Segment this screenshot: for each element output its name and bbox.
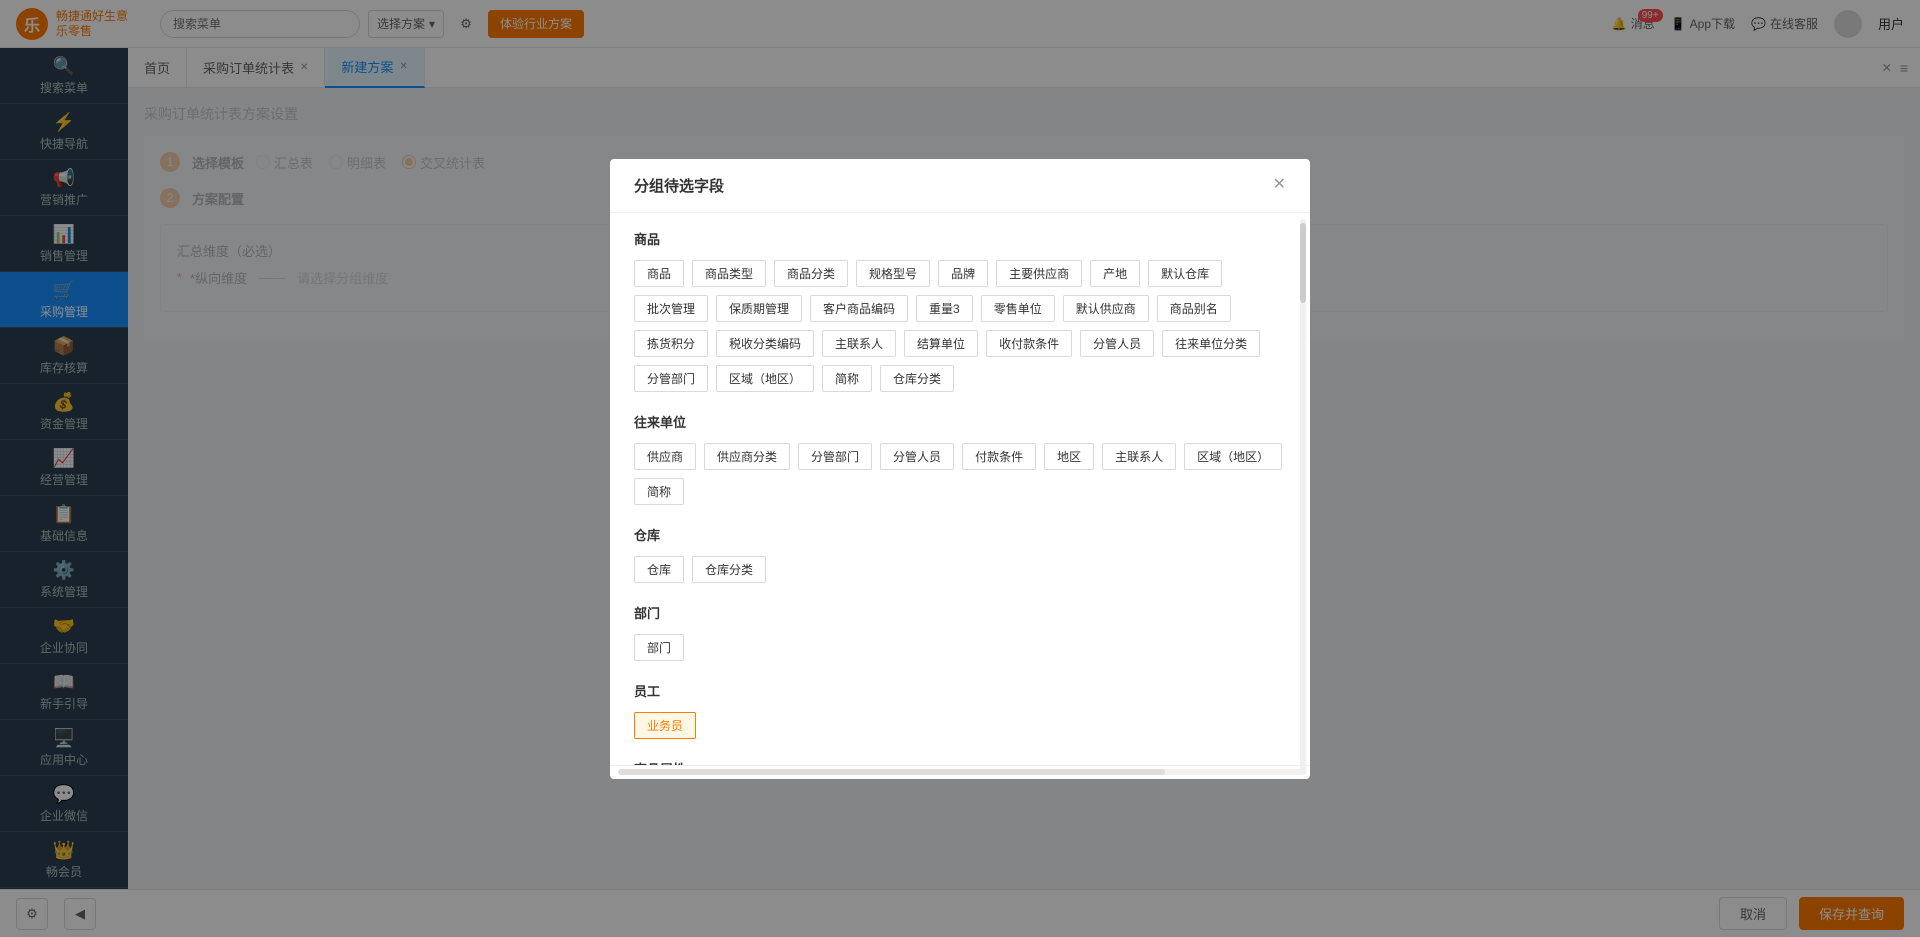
- field-tag-partner-category[interactable]: 往来单位分类: [1162, 330, 1260, 357]
- section-partner-title: 往来单位: [634, 412, 1286, 431]
- field-tag-brand[interactable]: 品牌: [938, 260, 988, 287]
- field-tag-supplier[interactable]: 供应商: [634, 443, 696, 470]
- modal-body: 商品 商品 商品类型 商品分类 规格型号 品牌 主要供应商 产地 默认仓库 批次…: [610, 213, 1310, 766]
- section-dept-title: 部门: [634, 603, 1286, 622]
- field-tag-main-supplier[interactable]: 主要供应商: [996, 260, 1082, 287]
- field-tag-warehouse-cat[interactable]: 仓库分类: [692, 556, 766, 583]
- field-tag-default-supplier[interactable]: 默认供应商: [1063, 295, 1149, 322]
- field-tag-goods-type[interactable]: 商品类型: [692, 260, 766, 287]
- section-dept: 部门 部门: [634, 603, 1286, 661]
- section-goods-attr: 商品属性 属性 颜色 多规格 尺码 鞋码 1: [634, 759, 1286, 766]
- modal-dialog: 分组待选字段 ✕ 商品 商品 商品类型 商品分类 规格型号 品牌 主要供应商 产…: [610, 159, 1310, 779]
- field-tag-main-contact[interactable]: 主联系人: [822, 330, 896, 357]
- field-tag-p-region[interactable]: 区域（地区）: [1184, 443, 1282, 470]
- warehouse-field-grid: 仓库 仓库分类: [634, 556, 1286, 583]
- modal-overlay: 分组待选字段 ✕ 商品 商品 商品类型 商品分类 规格型号 品牌 主要供应商 产…: [0, 0, 1920, 937]
- field-tag-payment-terms[interactable]: 收付款条件: [986, 330, 1072, 357]
- modal-hscrollbar[interactable]: [618, 769, 1302, 775]
- field-tag-region[interactable]: 区域（地区）: [716, 365, 814, 392]
- field-tag-warehouse[interactable]: 仓库: [634, 556, 684, 583]
- section-goods-title: 商品: [634, 229, 1286, 248]
- field-tag-dept[interactable]: 部门: [634, 634, 684, 661]
- field-tag-tax-code[interactable]: 税收分类编码: [716, 330, 814, 357]
- section-staff: 员工 业务员: [634, 681, 1286, 739]
- modal-header: 分组待选字段 ✕: [610, 159, 1310, 213]
- field-tag-abbr[interactable]: 简称: [822, 365, 872, 392]
- field-tag-salesperson[interactable]: 业务员: [634, 712, 696, 739]
- field-tag-customer-code[interactable]: 客户商品编码: [810, 295, 908, 322]
- field-tag-retail-unit[interactable]: 零售单位: [981, 295, 1055, 322]
- field-tag-charge-dept[interactable]: 分管部门: [634, 365, 708, 392]
- field-tag-p-abbr[interactable]: 简称: [634, 478, 684, 505]
- field-tag-pick-score[interactable]: 拣货积分: [634, 330, 708, 357]
- field-tag-default-warehouse[interactable]: 默认仓库: [1148, 260, 1222, 287]
- field-tag-p-payment-terms[interactable]: 付款条件: [962, 443, 1036, 470]
- staff-field-grid: 业务员: [634, 712, 1286, 739]
- modal-scrollbar-thumb: [1300, 223, 1306, 303]
- field-tag-goods[interactable]: 商品: [634, 260, 684, 287]
- field-tag-goods-alias[interactable]: 商品别名: [1157, 295, 1231, 322]
- field-tag-p-area[interactable]: 地区: [1044, 443, 1094, 470]
- modal-close-button[interactable]: ✕: [1273, 177, 1286, 193]
- section-warehouse-title: 仓库: [634, 525, 1286, 544]
- modal-hscrollbar-thumb: [618, 769, 1165, 775]
- field-tag-settle-unit[interactable]: 结算单位: [904, 330, 978, 357]
- partner-field-grid: 供应商 供应商分类 分管部门 分管人员 付款条件 地区 主联系人 区域（地区） …: [634, 443, 1286, 505]
- section-warehouse: 仓库 仓库 仓库分类: [634, 525, 1286, 583]
- field-tag-charge-person[interactable]: 分管人员: [1080, 330, 1154, 357]
- section-partner: 往来单位 供应商 供应商分类 分管部门 分管人员 付款条件 地区 主联系人 区域…: [634, 412, 1286, 505]
- dept-field-grid: 部门: [634, 634, 1286, 661]
- field-tag-expiry-mgmt[interactable]: 保质期管理: [716, 295, 802, 322]
- modal-scrollbar[interactable]: [1300, 219, 1306, 775]
- goods-field-grid: 商品 商品类型 商品分类 规格型号 品牌 主要供应商 产地 默认仓库 批次管理 …: [634, 260, 1286, 392]
- field-tag-spec-model[interactable]: 规格型号: [856, 260, 930, 287]
- section-goods-attr-title: 商品属性: [634, 759, 1286, 766]
- field-tag-goods-category[interactable]: 商品分类: [774, 260, 848, 287]
- section-staff-title: 员工: [634, 681, 1286, 700]
- field-tag-weight3[interactable]: 重量3: [916, 295, 973, 322]
- field-tag-p-main-contact[interactable]: 主联系人: [1102, 443, 1176, 470]
- field-tag-warehouse-category[interactable]: 仓库分类: [880, 365, 954, 392]
- modal-title: 分组待选字段: [634, 175, 724, 196]
- field-tag-origin[interactable]: 产地: [1090, 260, 1140, 287]
- modal-hscrollbar-area: [610, 765, 1310, 778]
- field-tag-supplier-cat[interactable]: 供应商分类: [704, 443, 790, 470]
- field-tag-p-charge-dept[interactable]: 分管部门: [798, 443, 872, 470]
- field-tag-batch-mgmt[interactable]: 批次管理: [634, 295, 708, 322]
- field-tag-p-charge-person[interactable]: 分管人员: [880, 443, 954, 470]
- section-goods: 商品 商品 商品类型 商品分类 规格型号 品牌 主要供应商 产地 默认仓库 批次…: [634, 229, 1286, 392]
